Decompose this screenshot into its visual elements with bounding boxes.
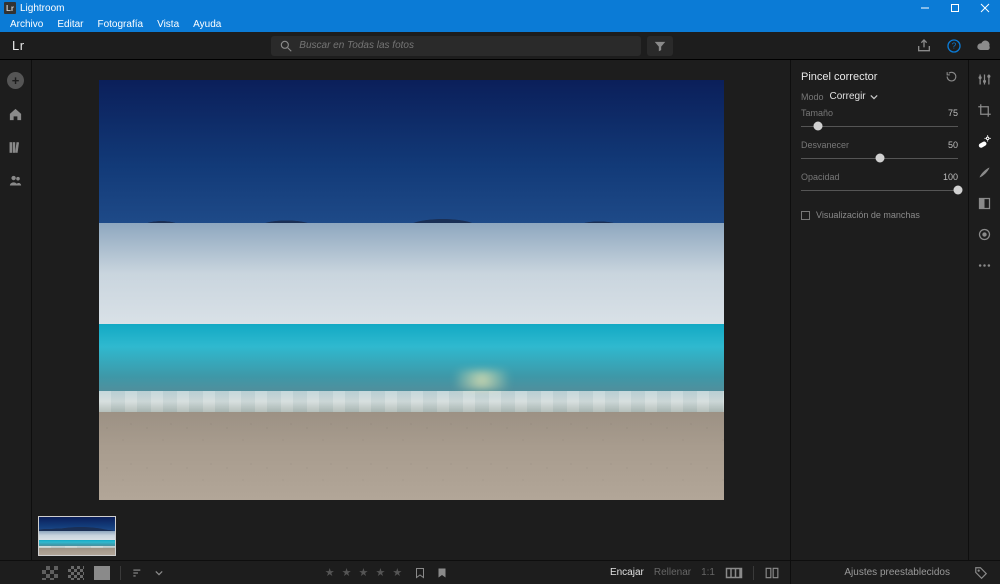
tool-rail (968, 60, 1000, 560)
spot-visualization-checkbox[interactable]: Visualización de manchas (801, 210, 958, 220)
search-icon (279, 39, 293, 53)
search-box[interactable] (271, 36, 641, 56)
zoom-fit-button[interactable]: Encajar (610, 567, 644, 578)
slider-feather[interactable]: Desvanecer 50 (801, 140, 958, 164)
slider-knob[interactable] (814, 122, 823, 131)
linear-gradient-icon[interactable] (977, 196, 992, 211)
app-logo: Lr (8, 38, 29, 53)
left-navigation: + (0, 60, 32, 560)
zoom-fill-button[interactable]: Rellenar (654, 567, 691, 578)
home-icon[interactable] (8, 107, 23, 122)
funnel-icon (653, 39, 667, 53)
app-icon: Lr (4, 2, 16, 14)
filmstrip-toggle-icon[interactable] (725, 567, 743, 579)
flag-pick-icon[interactable] (414, 567, 426, 579)
app-header: Lr ? (0, 32, 1000, 60)
workspace (32, 60, 790, 560)
maximize-button[interactable] (940, 0, 970, 16)
mode-value: Corregir (830, 91, 866, 102)
more-icon[interactable] (977, 258, 992, 273)
single-view-button[interactable] (94, 566, 110, 580)
crop-icon[interactable] (977, 103, 992, 118)
minimize-button[interactable] (910, 0, 940, 16)
zoom-ratio-button[interactable]: 1:1 (701, 567, 715, 578)
status-bar: ★ ★ ★ ★ ★ Encajar Rellenar 1:1 Ajustes p… (0, 560, 1000, 584)
chevron-down-icon[interactable] (155, 569, 163, 577)
slider-size[interactable]: Tamaño 75 (801, 108, 958, 132)
rating-stars[interactable]: ★ ★ ★ ★ ★ (325, 566, 405, 579)
radial-gradient-icon[interactable] (977, 227, 992, 242)
presets-button[interactable]: Ajustes preestablecidos (844, 567, 950, 578)
chevron-down-icon (870, 93, 878, 101)
mode-label: Modo (801, 92, 824, 102)
brush-icon[interactable] (977, 165, 992, 180)
close-button[interactable] (970, 0, 1000, 16)
menu-vista[interactable]: Vista (151, 19, 185, 30)
photo-canvas[interactable] (99, 80, 724, 500)
window-titlebar: Lr Lightroom (0, 0, 1000, 16)
menu-archivo[interactable]: Archivo (4, 19, 49, 30)
panel-title: Pincel corrector (801, 71, 877, 83)
svg-text:?: ? (952, 41, 957, 50)
filter-button[interactable] (647, 36, 673, 56)
reset-icon[interactable] (945, 70, 958, 83)
slider-label: Opacidad (801, 172, 840, 182)
slider-label: Tamaño (801, 108, 833, 118)
slider-knob[interactable] (875, 154, 884, 163)
compare-icon[interactable] (764, 566, 780, 580)
menu-fotografia[interactable]: Fotografía (91, 19, 149, 30)
slider-value: 75 (948, 108, 958, 118)
grid-small-view-button[interactable] (42, 566, 58, 580)
thumbnail[interactable] (38, 516, 116, 556)
healing-brush-icon[interactable] (977, 134, 992, 149)
library-icon[interactable] (8, 140, 23, 155)
grid-large-view-button[interactable] (68, 566, 84, 580)
menubar: Archivo Editar Fotografía Vista Ayuda (0, 16, 1000, 32)
checkbox-label: Visualización de manchas (816, 210, 920, 220)
canvas-area[interactable] (32, 60, 790, 512)
healing-brush-panel: Pincel corrector Modo Corregir Tamaño75 … (790, 60, 968, 560)
window-title: Lightroom (20, 3, 910, 14)
sort-icon[interactable] (131, 566, 145, 580)
menu-editar[interactable]: Editar (51, 19, 89, 30)
tag-icon[interactable] (974, 566, 988, 580)
help-icon[interactable]: ? (946, 38, 962, 54)
search-input[interactable] (299, 40, 633, 51)
slider-value: 50 (948, 140, 958, 150)
flag-reject-icon[interactable] (436, 567, 448, 579)
checkbox-icon (801, 211, 810, 220)
cloud-icon[interactable] (976, 38, 992, 54)
people-icon[interactable] (8, 173, 23, 188)
slider-value: 100 (943, 172, 958, 182)
menu-ayuda[interactable]: Ayuda (187, 19, 227, 30)
slider-knob[interactable] (954, 186, 963, 195)
adjust-icon[interactable] (977, 72, 992, 87)
mode-selector[interactable]: Modo Corregir (801, 91, 958, 102)
slider-opacity[interactable]: Opacidad 100 (801, 172, 958, 196)
filmstrip (32, 512, 790, 560)
slider-label: Desvanecer (801, 140, 849, 150)
share-icon[interactable] (916, 38, 932, 54)
add-photo-button[interactable]: + (7, 72, 24, 89)
